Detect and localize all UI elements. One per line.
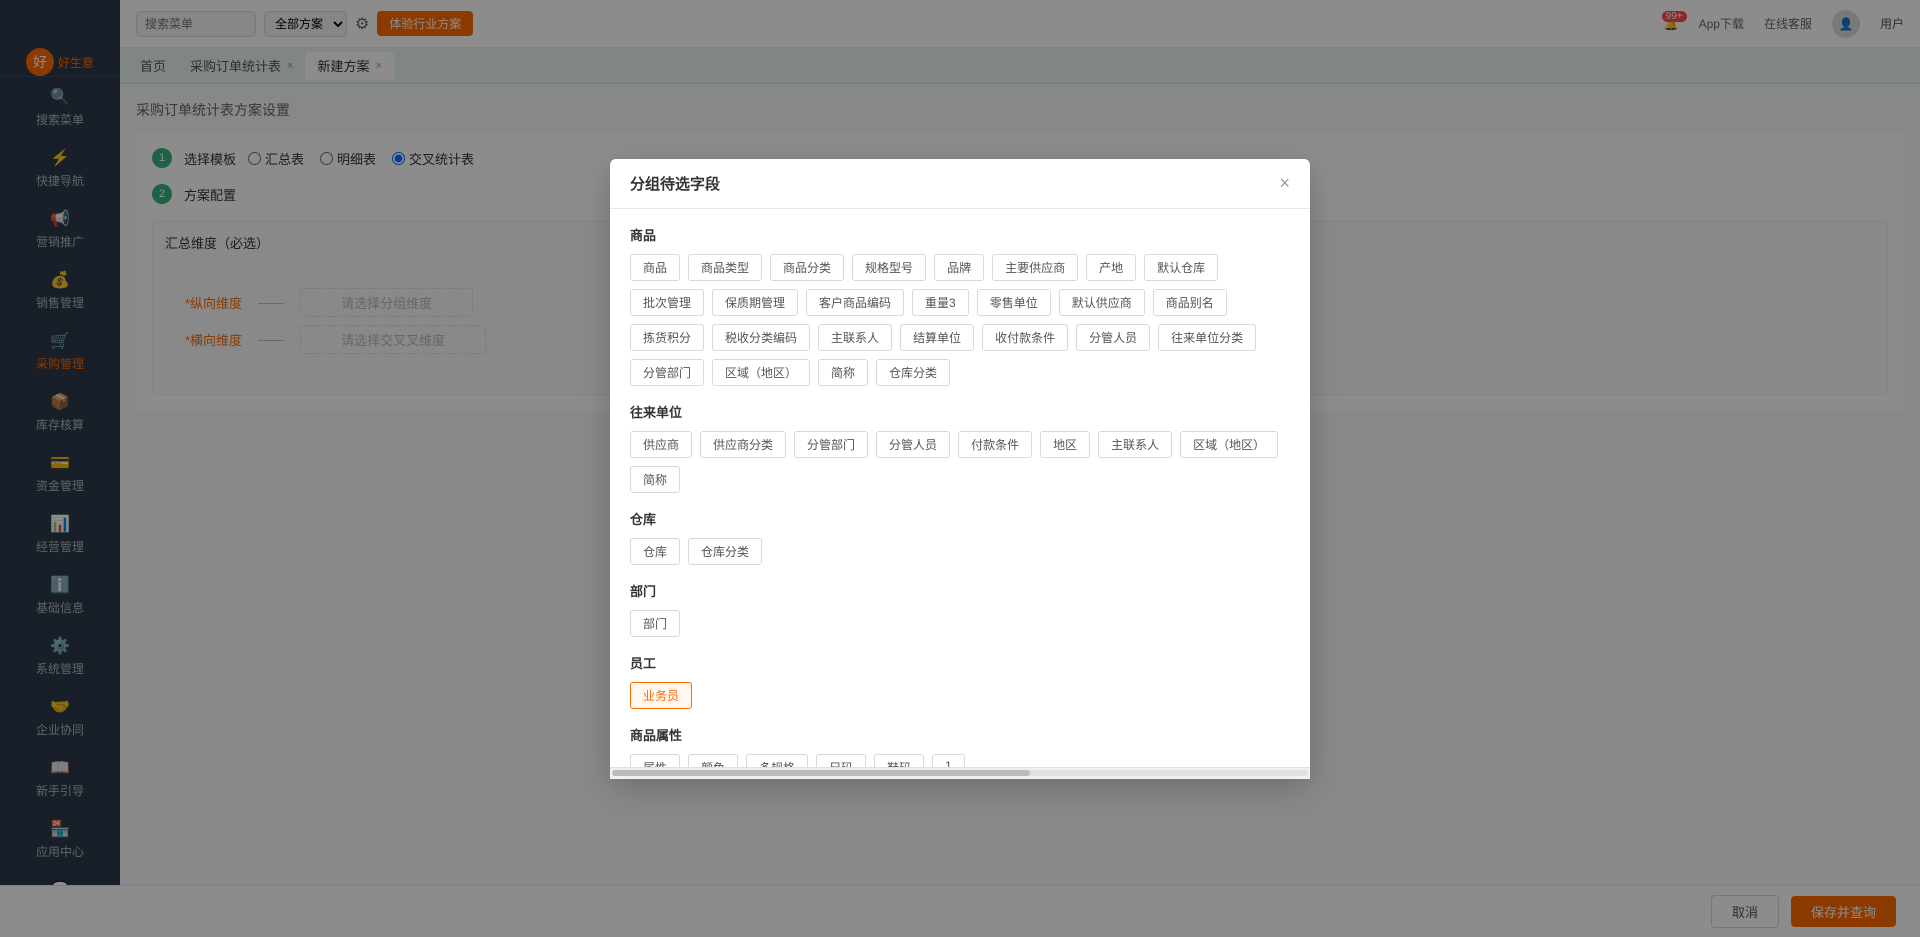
field-chip[interactable]: 区域（地区）: [712, 359, 810, 386]
field-chip[interactable]: 往来单位分类: [1158, 324, 1256, 351]
field-chip[interactable]: 批次管理: [630, 289, 704, 316]
section-title: 员工: [630, 653, 1290, 672]
field-chip[interactable]: 鞋码: [874, 754, 924, 767]
field-chip[interactable]: 商品类型: [688, 254, 762, 281]
field-chip[interactable]: 税收分类编码: [712, 324, 810, 351]
field-grid: 业务员: [630, 682, 1290, 709]
field-chip[interactable]: 拣货积分: [630, 324, 704, 351]
dialog-title: 分组待选字段: [630, 173, 720, 194]
field-section-5: 商品属性属性颜色多规格尺码鞋码 1: [630, 725, 1290, 767]
field-chip[interactable]: 分管部门: [630, 359, 704, 386]
dialog-close-button[interactable]: ×: [1279, 174, 1290, 192]
field-chip[interactable]: 1: [932, 754, 965, 767]
field-chip[interactable]: 商品分类: [770, 254, 844, 281]
field-chip[interactable]: 主要供应商: [992, 254, 1078, 281]
field-chip[interactable]: 分管部门: [794, 431, 868, 458]
section-title: 部门: [630, 581, 1290, 600]
field-chip[interactable]: 仓库分类: [876, 359, 950, 386]
field-chip[interactable]: 尺码: [816, 754, 866, 767]
field-chip[interactable]: 重量3: [912, 289, 969, 316]
field-grid: 仓库仓库分类: [630, 538, 1290, 565]
section-title: 仓库: [630, 509, 1290, 528]
field-chip[interactable]: 付款条件: [958, 431, 1032, 458]
field-chip[interactable]: 品牌: [934, 254, 984, 281]
field-chip[interactable]: 收付款条件: [982, 324, 1068, 351]
scrollbar-track: [612, 770, 1308, 776]
field-chip[interactable]: 供应商: [630, 431, 692, 458]
field-chip[interactable]: 产地: [1086, 254, 1136, 281]
field-chip[interactable]: 仓库: [630, 538, 680, 565]
field-section-3: 部门部门: [630, 581, 1290, 637]
field-chip[interactable]: 简称: [818, 359, 868, 386]
field-chip[interactable]: 保质期管理: [712, 289, 798, 316]
field-section-2: 仓库仓库仓库分类: [630, 509, 1290, 565]
field-chip[interactable]: 结算单位: [900, 324, 974, 351]
field-chip[interactable]: 简称: [630, 466, 680, 493]
field-chip[interactable]: 分管人员: [876, 431, 950, 458]
field-chip[interactable]: 区域（地区）: [1180, 431, 1278, 458]
section-title: 商品: [630, 225, 1290, 244]
field-chip[interactable]: 颜色: [688, 754, 738, 767]
field-grid: 供应商供应商分类分管部门分管人员付款条件地区主联系人区域（地区） 简称: [630, 431, 1290, 493]
section-title: 往来单位: [630, 402, 1290, 421]
field-chip[interactable]: 默认仓库: [1144, 254, 1218, 281]
dialog-body: 商品商品商品类型商品分类规格型号品牌主要供应商产地默认仓库批次管理保质期管理客户…: [610, 209, 1310, 767]
field-chip[interactable]: 默认供应商: [1059, 289, 1145, 316]
section-title: 商品属性: [630, 725, 1290, 744]
field-section-1: 往来单位供应商供应商分类分管部门分管人员付款条件地区主联系人区域（地区） 简称: [630, 402, 1290, 493]
field-chip[interactable]: 规格型号: [852, 254, 926, 281]
field-section-0: 商品商品商品类型商品分类规格型号品牌主要供应商产地默认仓库批次管理保质期管理客户…: [630, 225, 1290, 386]
field-chip[interactable]: 多规格: [746, 754, 808, 767]
field-grid: 部门: [630, 610, 1290, 637]
dialog-header: 分组待选字段 ×: [610, 159, 1310, 209]
field-chip[interactable]: 地区: [1040, 431, 1090, 458]
modal-overlay: 分组待选字段 × 商品商品商品类型商品分类规格型号品牌主要供应商产地默认仓库批次…: [0, 0, 1920, 937]
field-section-4: 员工业务员: [630, 653, 1290, 709]
field-chip[interactable]: 仓库分类: [688, 538, 762, 565]
field-chip[interactable]: 属性: [630, 754, 680, 767]
field-select-dialog: 分组待选字段 × 商品商品商品类型商品分类规格型号品牌主要供应商产地默认仓库批次…: [610, 159, 1310, 779]
field-chip[interactable]: 分管人员: [1076, 324, 1150, 351]
field-chip[interactable]: 商品别名: [1153, 289, 1227, 316]
field-chip[interactable]: 业务员: [630, 682, 692, 709]
field-grid: 属性颜色多规格尺码鞋码 1: [630, 754, 1290, 767]
field-chip[interactable]: 客户商品编码: [806, 289, 904, 316]
scrollbar-thumb: [612, 770, 1030, 776]
field-grid: 商品商品类型商品分类规格型号品牌主要供应商产地默认仓库批次管理保质期管理客户商品…: [630, 254, 1290, 386]
field-chip[interactable]: 主联系人: [1098, 431, 1172, 458]
field-chip[interactable]: 供应商分类: [700, 431, 786, 458]
field-chip[interactable]: 商品: [630, 254, 680, 281]
field-chip[interactable]: 主联系人: [818, 324, 892, 351]
field-chip[interactable]: 部门: [630, 610, 680, 637]
field-chip[interactable]: 零售单位: [977, 289, 1051, 316]
dialog-scrollbar[interactable]: [610, 767, 1310, 779]
